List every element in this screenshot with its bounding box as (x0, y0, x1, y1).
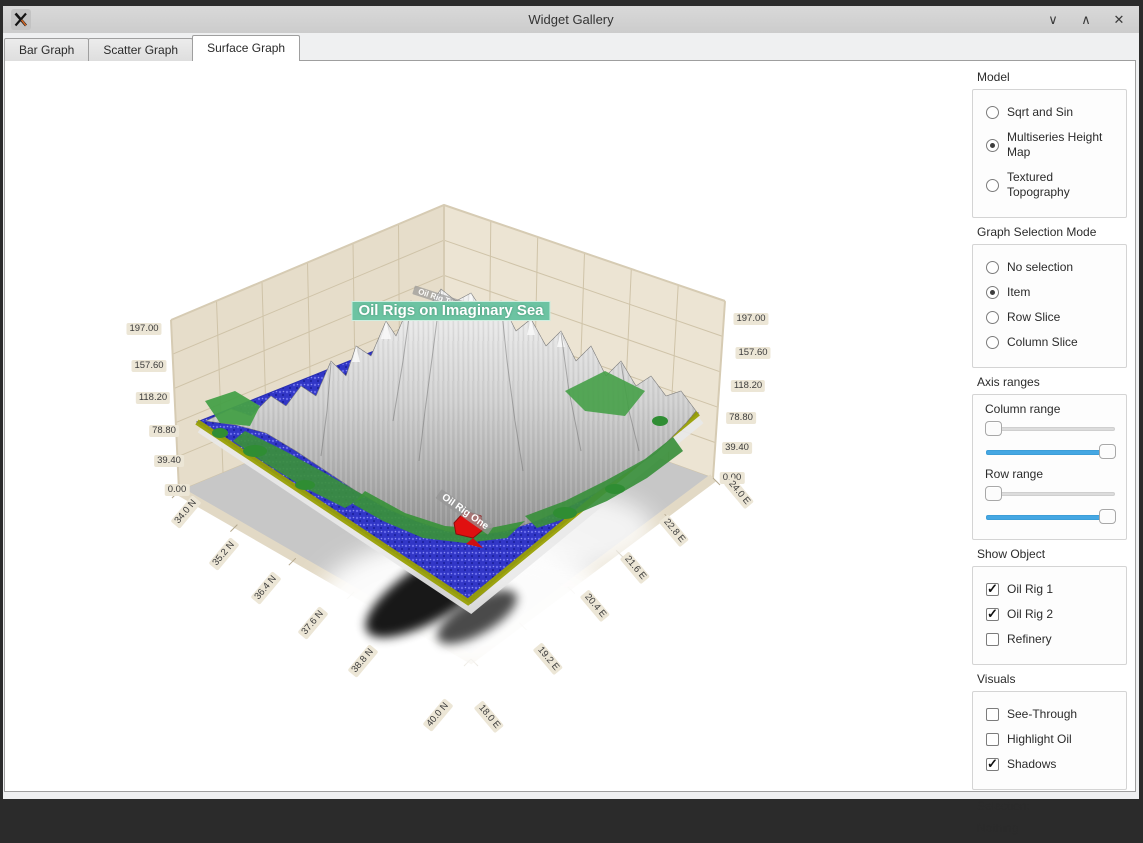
checkbox-oil-rig-2[interactable]: Oil Rig 2 (986, 607, 1118, 622)
value-tick: 197.00 (126, 323, 161, 335)
radio-multiseries-height-map[interactable]: Multiseries Height Map (986, 130, 1118, 160)
radio-textured-topography[interactable]: Textured Topography (986, 170, 1118, 200)
slider-handle[interactable] (985, 486, 1002, 501)
titlebar: Widget Gallery ∨ ∧ ✕ (3, 6, 1139, 33)
checkbox-label: Oil Rig 2 (1007, 607, 1053, 622)
column-range-min-slider[interactable] (985, 421, 1116, 436)
tab-surface-graph[interactable]: Surface Graph (192, 35, 300, 61)
radio-column-slice[interactable]: Column Slice (986, 335, 1118, 350)
radio-label: Multiseries Height Map (1007, 130, 1118, 160)
checkbox-oil-rig-1[interactable]: Oil Rig 1 (986, 582, 1118, 597)
window-title: Widget Gallery (3, 12, 1139, 27)
model-groupbox: Sqrt and Sin Multiseries Height Map Text… (972, 89, 1127, 218)
visuals-section-label: Visuals (977, 672, 1127, 686)
radio-label: Row Slice (1007, 310, 1060, 325)
value-tick: 0.00 (165, 484, 190, 496)
show-object-groupbox: Oil Rig 1 Oil Rig 2 Refinery (972, 566, 1127, 665)
radio-no-selection[interactable]: No selection (986, 260, 1118, 275)
radio-label: No selection (1007, 260, 1073, 275)
value-tick: 157.60 (131, 360, 166, 372)
slider-handle[interactable] (1099, 444, 1116, 459)
checkbox-icon[interactable] (986, 583, 999, 596)
checkbox-see-through[interactable]: See-Through (986, 707, 1118, 722)
settings-panel: Model Sqrt and Sin Multiseries Height Ma… (972, 63, 1127, 843)
surface-plot-canvas[interactable]: 197.00 157.60 118.20 78.80 39.40 0.00 19… (5, 61, 971, 792)
radio-label: Sqrt and Sin (1007, 105, 1073, 120)
checkbox-icon[interactable] (986, 608, 999, 621)
slider-track[interactable] (986, 492, 1115, 496)
checkbox-label: Oil Rig 1 (1007, 582, 1053, 597)
selection-status: Selection: Nothing (977, 799, 1127, 835)
row-range-label: Row range (985, 467, 1118, 481)
radio-row-slice[interactable]: Row Slice (986, 310, 1118, 325)
radio-icon[interactable] (986, 336, 999, 349)
radio-icon[interactable] (986, 179, 999, 192)
value-tick: 39.40 (154, 455, 184, 467)
checkbox-label: Refinery (1007, 632, 1052, 647)
radio-label: Column Slice (1007, 335, 1078, 350)
selection-label: Selection: (977, 799, 1127, 813)
checkbox-shadows[interactable]: Shadows (986, 757, 1118, 772)
checkbox-icon[interactable] (986, 758, 999, 771)
close-icon[interactable]: ✕ (1111, 12, 1127, 28)
checkbox-label: Highlight Oil (1007, 732, 1072, 747)
slider-handle[interactable] (1099, 509, 1116, 524)
content-pane: 197.00 157.60 118.20 78.80 39.40 0.00 19… (4, 60, 1136, 792)
slider-track[interactable] (986, 515, 1115, 520)
value-tick: 197.00 (733, 313, 768, 325)
window-controls: ∨ ∧ ✕ (1045, 6, 1127, 33)
value-tick: 118.20 (731, 380, 765, 392)
value-tick: 78.80 (726, 412, 756, 424)
radio-label: Item (1007, 285, 1030, 300)
show-object-section-label: Show Object (977, 547, 1127, 561)
tab-bar-graph[interactable]: Bar Graph (4, 38, 89, 61)
slider-track[interactable] (986, 427, 1115, 431)
checkbox-label: Shadows (1007, 757, 1056, 772)
radio-icon[interactable] (986, 261, 999, 274)
chart-title: Oil Rigs on Imaginary Sea (351, 301, 550, 321)
value-tick: 118.20 (136, 392, 170, 404)
maximize-icon[interactable]: ∧ (1078, 12, 1094, 28)
value-tick: 78.80 (149, 425, 179, 437)
checkbox-label: See-Through (1007, 707, 1077, 722)
axis-ranges-section-label: Axis ranges (977, 375, 1127, 389)
selection-mode-section-label: Graph Selection Mode (977, 225, 1127, 239)
checkbox-icon[interactable] (986, 633, 999, 646)
value-tick: 157.60 (735, 347, 770, 359)
checkbox-icon[interactable] (986, 708, 999, 721)
radio-icon[interactable] (986, 139, 999, 152)
row-range-min-slider[interactable] (985, 486, 1116, 501)
radio-icon[interactable] (986, 106, 999, 119)
selection-value: Nothing (977, 821, 1127, 835)
radio-item[interactable]: Item (986, 285, 1118, 300)
radio-sqrt-and-sin[interactable]: Sqrt and Sin (986, 105, 1118, 120)
visuals-groupbox: See-Through Highlight Oil Shadows (972, 691, 1127, 790)
row-range-max-slider[interactable] (985, 509, 1116, 524)
checkbox-highlight-oil[interactable]: Highlight Oil (986, 732, 1118, 747)
column-range-label: Column range (985, 402, 1118, 416)
column-range-max-slider[interactable] (985, 444, 1116, 459)
tab-scatter-graph[interactable]: Scatter Graph (88, 38, 193, 61)
selection-mode-groupbox: No selection Item Row Slice Column Slice (972, 244, 1127, 368)
radio-icon[interactable] (986, 311, 999, 324)
model-section-label: Model (977, 70, 1127, 84)
slider-handle[interactable] (985, 421, 1002, 436)
minimize-icon[interactable]: ∨ (1045, 12, 1061, 28)
radio-icon[interactable] (986, 286, 999, 299)
value-tick: 39.40 (722, 442, 752, 454)
tab-bar: Bar Graph Scatter Graph Surface Graph (4, 35, 299, 61)
radio-label: Textured Topography (1007, 170, 1118, 200)
slider-track[interactable] (986, 450, 1115, 455)
checkbox-refinery[interactable]: Refinery (986, 632, 1118, 647)
axis-ranges-groupbox: Column range Row range (972, 394, 1127, 540)
checkbox-icon[interactable] (986, 733, 999, 746)
